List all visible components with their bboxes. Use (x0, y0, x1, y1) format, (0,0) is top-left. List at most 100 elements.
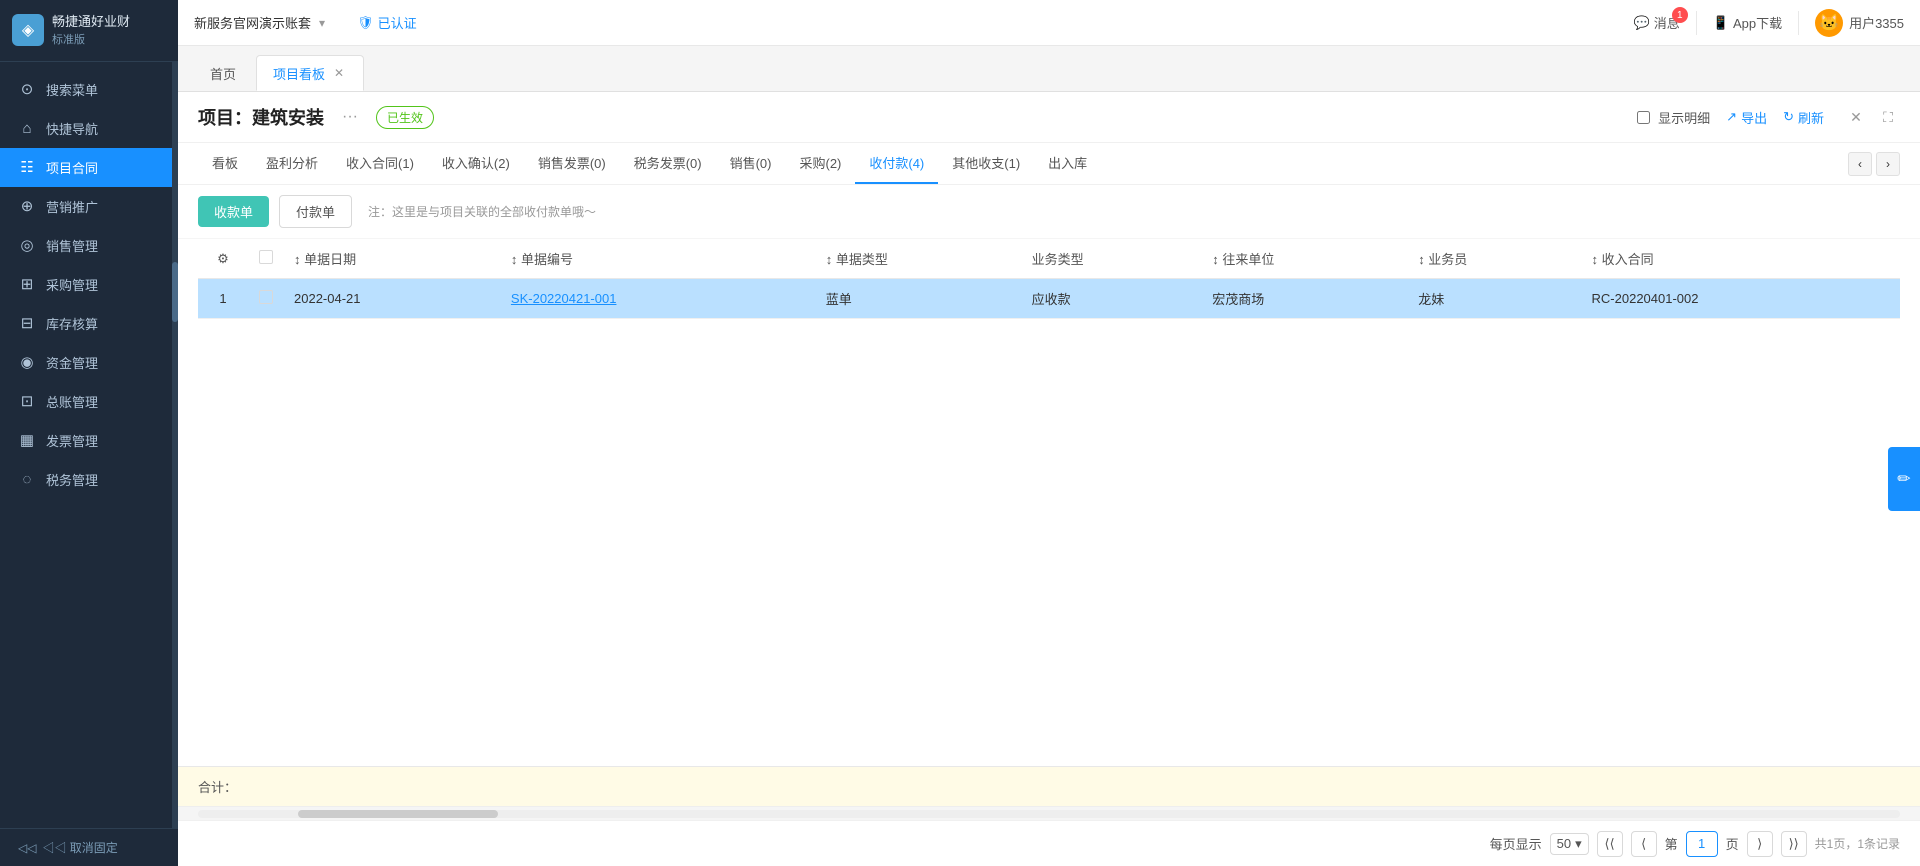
sidebar-item-fund-mgmt[interactable]: ◉资金管理 (0, 343, 172, 382)
show-detail-label: 显示明细 (1658, 108, 1710, 127)
nav-label-marketing: 营销推广 (46, 197, 98, 216)
workspace-dropdown-icon[interactable]: ▾ (319, 16, 325, 30)
pagination: 每页显示 50 ▾ ⟨⟨ ⟨ 第 1 页 ⟩ ⟩⟩ 共1页，1条记录 (178, 820, 1920, 866)
nav-label-project-contract: 项目合同 (46, 158, 98, 177)
nav-icon-search: ⊙ (18, 80, 36, 98)
th-income-contract[interactable]: ↕ 收入合同 (1582, 239, 1900, 279)
sidebar-item-sales-mgmt[interactable]: ◎销售管理 (0, 226, 172, 265)
horizontal-scrollbar[interactable] (198, 810, 1900, 818)
nav-icon-inventory: ⊟ (18, 314, 36, 332)
last-page-button[interactable]: ⟩⟩ (1781, 831, 1807, 857)
tab-project-board[interactable]: 项目看板✕ (256, 55, 364, 91)
sub-tab-income-confirm[interactable]: 收入确认(2) (428, 143, 524, 184)
expand-window-button[interactable]: ⛶ (1876, 105, 1900, 129)
window-controls: ✕ ⛶ (1844, 105, 1900, 129)
th-date-label: ↕ 单据日期 (294, 252, 356, 267)
sub-tab-sales[interactable]: 销售(0) (716, 143, 786, 184)
user-menu-button[interactable]: 🐱 用户3355 (1815, 9, 1904, 37)
th-settings[interactable]: ⚙ (198, 239, 248, 279)
prev-page-button[interactable]: ⟨ (1631, 831, 1657, 857)
sidebar-item-purchase-mgmt[interactable]: ⊞采购管理 (0, 265, 172, 304)
sub-tab-label-income-contract: 收入合同(1) (346, 156, 414, 171)
nav-label-tax-mgmt: 税务管理 (46, 470, 98, 489)
td-num: 1 (198, 279, 248, 319)
app-download-button[interactable]: 📱 App下载 (1713, 13, 1782, 32)
sub-tab-in-out[interactable]: 出入库 (1034, 143, 1101, 184)
th-number[interactable]: ↕ 单据编号 (501, 239, 816, 279)
sidebar-unpin-button[interactable]: ◁◁ ◁◁ 取消固定 (0, 828, 178, 866)
message-button[interactable]: 💬 消息 1 (1634, 13, 1680, 32)
th-partner[interactable]: ↕ 往来单位 (1202, 239, 1408, 279)
nav-label-ledger-mgmt: 总账管理 (46, 392, 98, 411)
sidebar-item-ledger-mgmt[interactable]: ⊡总账管理 (0, 382, 172, 421)
table-body: 1 2022-04-21 SK-20220421-001 蓝单 应收款 宏茂商场… (198, 279, 1900, 319)
close-window-button[interactable]: ✕ (1844, 105, 1868, 129)
next-page-button[interactable]: ⟩ (1747, 831, 1773, 857)
tab-close-project-board[interactable]: ✕ (331, 65, 347, 81)
receipt-button[interactable]: 收款单 (198, 196, 269, 227)
settings-icon[interactable]: ⚙ (217, 251, 229, 266)
sidebar-item-shortcut[interactable]: ⌂快捷导航 (0, 109, 172, 148)
sidebar-item-inventory[interactable]: ⊟ 库存核算 (0, 304, 172, 343)
per-page-select[interactable]: 50 ▾ (1550, 833, 1589, 855)
th-date[interactable]: ↕ 单据日期 (284, 239, 501, 279)
nav-label-inventory: 库存核算 (46, 314, 98, 333)
horizontal-scrollbar-thumb[interactable] (298, 810, 498, 818)
sidebar-item-tax-mgmt[interactable]: ◌税务管理 (0, 460, 172, 499)
th-partner-label: ↕ 往来单位 (1212, 252, 1274, 267)
sidebar-item-project-contract[interactable]: ☷项目合同 (0, 148, 172, 187)
payment-button[interactable]: 付款单 (279, 195, 352, 228)
message-badge: 1 (1672, 7, 1688, 23)
record-link-0[interactable]: SK-20220421-001 (511, 291, 617, 306)
topbar-left: 新服务官网演示账套 ▾ 🛡 已认证 (194, 13, 1622, 32)
td-salesperson: 龙妹 (1408, 279, 1581, 319)
tab-bar: 首页项目看板✕ (178, 46, 1920, 92)
sub-tab-income-contract[interactable]: 收入合同(1) (332, 143, 428, 184)
th-income-contract-label: ↕ 收入合同 (1592, 252, 1654, 267)
show-detail-checkbox[interactable] (1637, 111, 1650, 124)
th-type[interactable]: ↕ 单据类型 (816, 239, 1022, 279)
first-page-button[interactable]: ⟨⟨ (1597, 831, 1623, 857)
select-all-checkbox[interactable] (259, 250, 273, 264)
sidebar-item-marketing[interactable]: ⊕ 营销推广 (0, 187, 172, 226)
project-more-button[interactable]: ··· (336, 108, 364, 126)
project-actions: 显示明细 ↗ 导出 ↻ 刷新 (1637, 108, 1824, 127)
nav-icon-marketing: ⊕ (18, 197, 36, 215)
sidebar-item-search[interactable]: ⊙搜索菜单 (0, 70, 172, 109)
sub-tab-label-in-out: 出入库 (1048, 156, 1087, 171)
floating-edit-button[interactable]: ✏ (1888, 447, 1920, 511)
td-check[interactable] (248, 279, 284, 319)
user-label: 用户3355 (1849, 13, 1904, 32)
sidebar-item-invoice-mgmt[interactable]: ▦发票管理 (0, 421, 172, 460)
page-label: 第 (1665, 834, 1678, 853)
nav-label-purchase-mgmt: 采购管理 (46, 275, 98, 294)
table-row[interactable]: 1 2022-04-21 SK-20220421-001 蓝单 应收款 宏茂商场… (198, 279, 1900, 319)
per-page-label: 每页显示 (1490, 834, 1542, 853)
sub-tab-tax-invoice[interactable]: 税务发票(0) (620, 143, 716, 184)
tab-home[interactable]: 首页 (194, 55, 252, 91)
certified-badge: 🛡 已认证 (357, 13, 417, 32)
per-page-value: 50 (1557, 836, 1571, 851)
certified-label: 已认证 (378, 13, 417, 32)
td-number[interactable]: SK-20220421-001 (501, 279, 816, 319)
sub-tab-kanban[interactable]: 看板 (198, 143, 252, 184)
project-title: 项目：建筑安装 (198, 104, 324, 130)
export-button[interactable]: ↗ 导出 (1726, 108, 1767, 127)
show-detail-toggle[interactable]: 显示明细 (1637, 108, 1710, 127)
sub-tab-payment[interactable]: 收付款(4) (855, 143, 938, 184)
table-header: ⚙ ↕ 单据日期 ↕ 单据编号 ↕ 单据类型 业务类型 ↕ 往来单位 ↕ 业务员… (198, 239, 1900, 279)
sub-tab-prev-button[interactable]: ‹ (1848, 152, 1872, 176)
main-area: 新服务官网演示账套 ▾ 🛡 已认证 💬 消息 1 📱 App下载 🐱 用户3 (178, 0, 1920, 866)
sub-tab-other-income[interactable]: 其他收支(1) (938, 143, 1034, 184)
row-checkbox-0[interactable] (259, 290, 273, 304)
th-salesperson[interactable]: ↕ 业务员 (1408, 239, 1581, 279)
sub-tab-next-button[interactable]: › (1876, 152, 1900, 176)
th-check (248, 239, 284, 279)
refresh-button[interactable]: ↻ 刷新 (1783, 108, 1824, 127)
sub-tab-sales-invoice[interactable]: 销售发票(0) (524, 143, 620, 184)
sub-tab-label-kanban: 看板 (212, 156, 238, 171)
floating-edit-icon: ✏ (1897, 469, 1910, 489)
nav-label-shortcut: 快捷导航 (46, 119, 98, 138)
sub-tab-profit-analysis[interactable]: 盈利分析 (252, 143, 332, 184)
sub-tab-purchase[interactable]: 采购(2) (785, 143, 855, 184)
